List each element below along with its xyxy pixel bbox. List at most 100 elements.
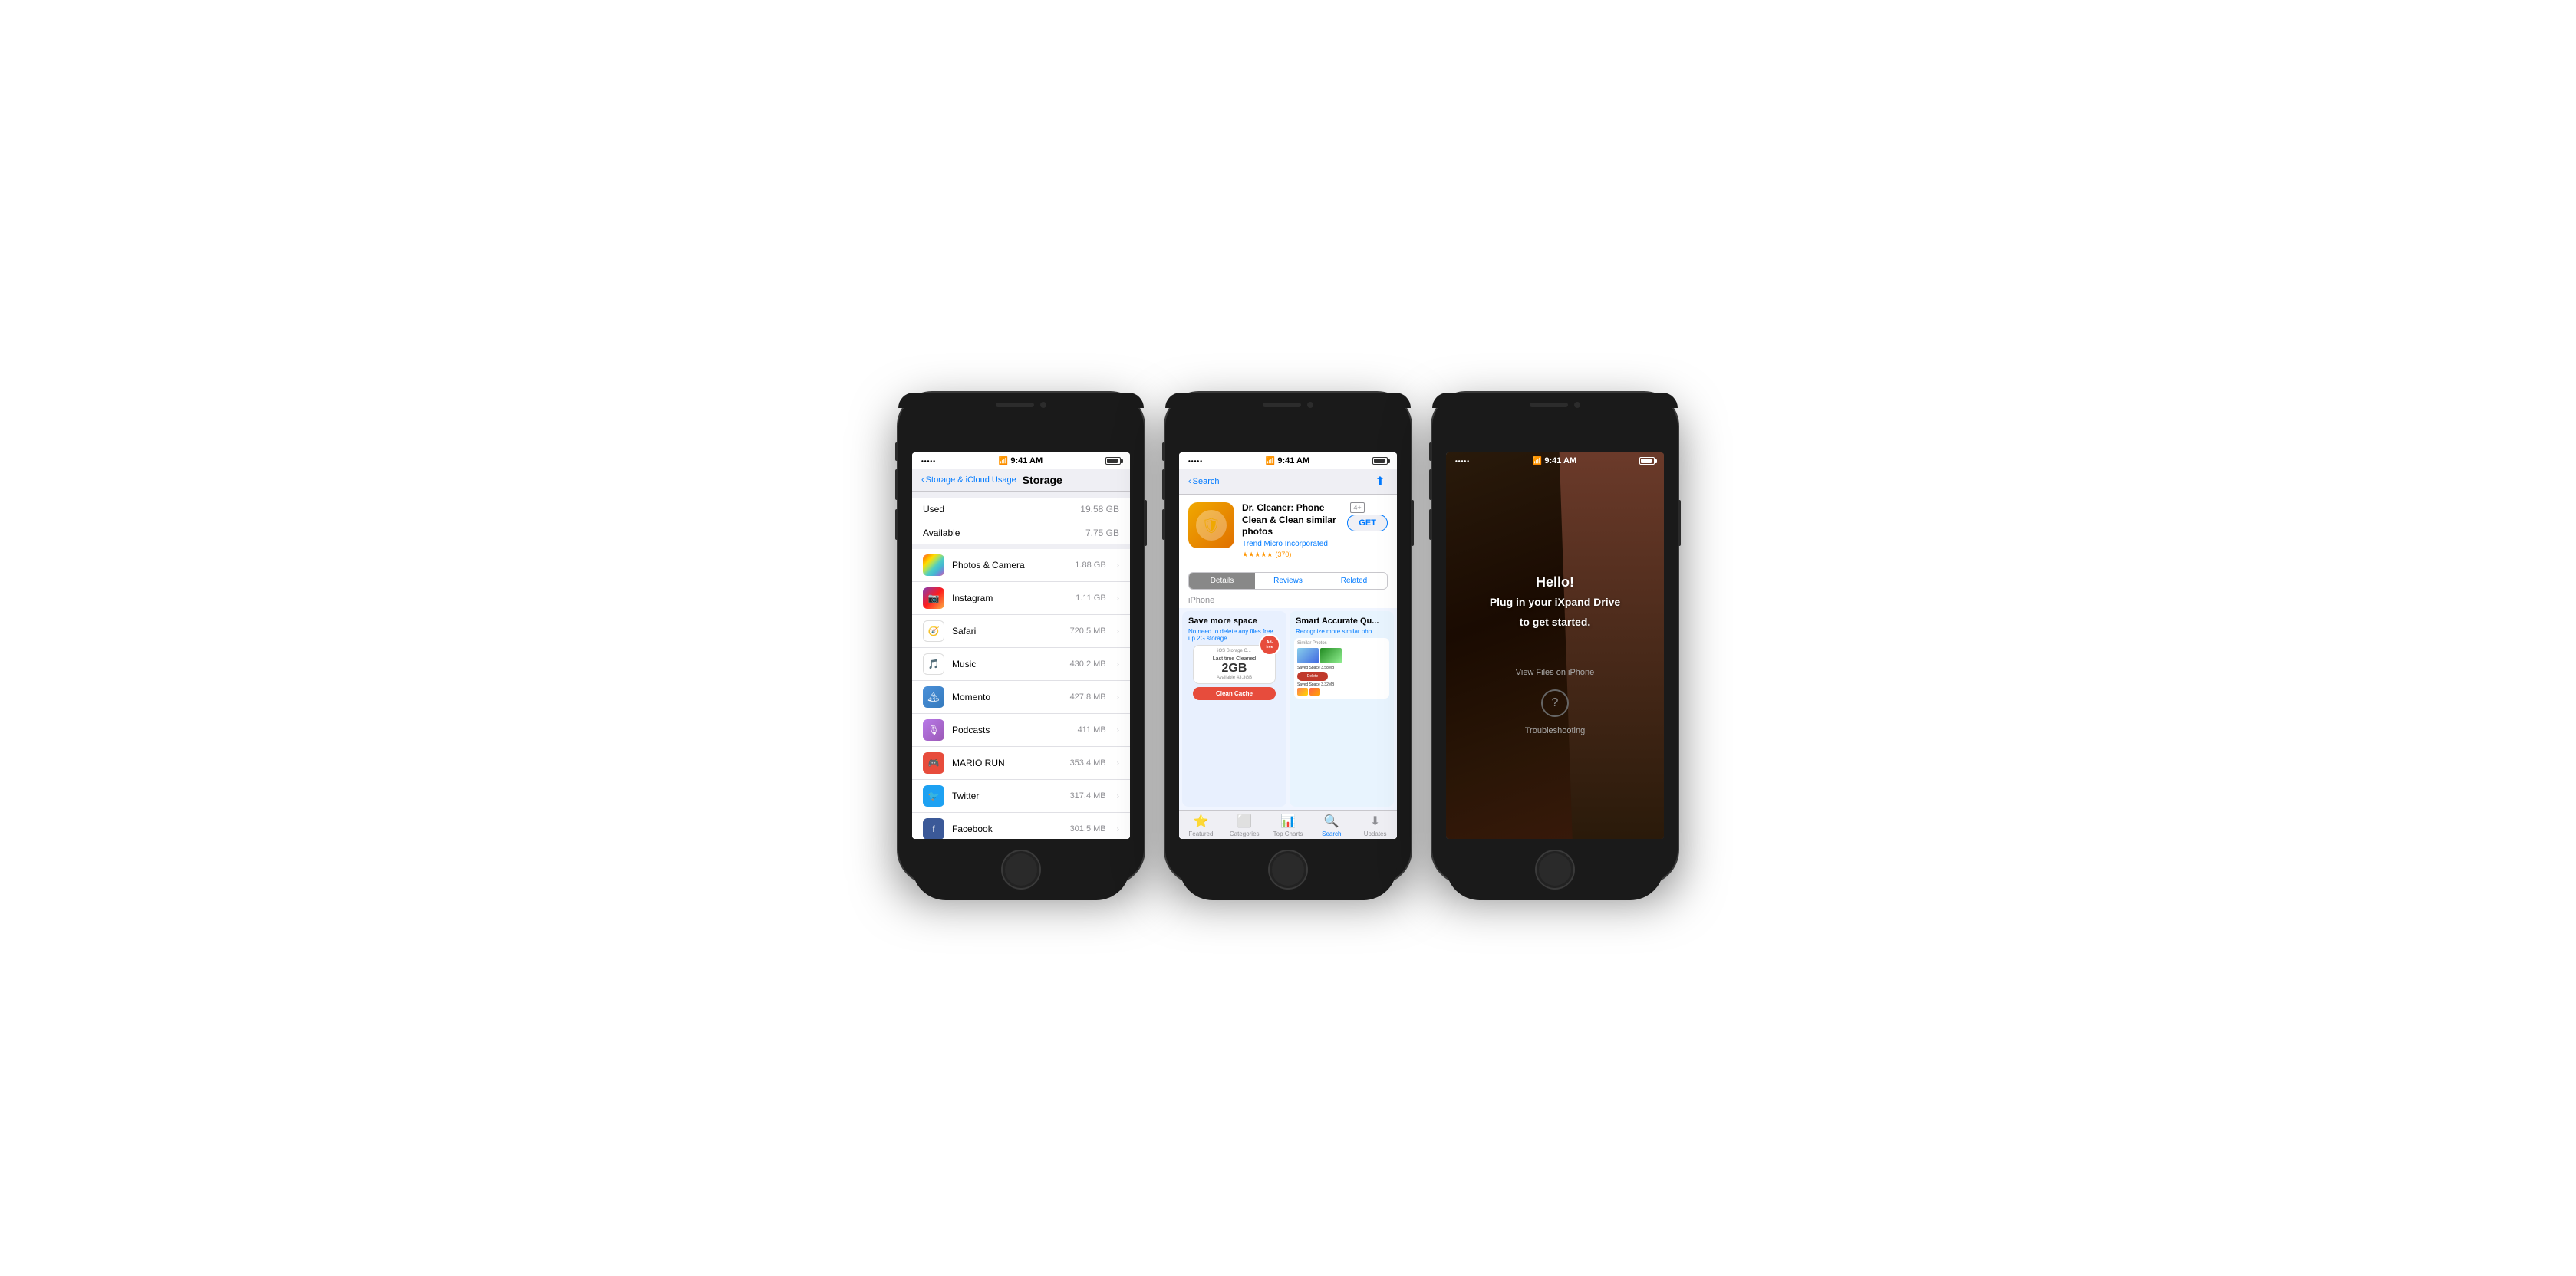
screenshot-subtitle-2: Recognize more similar pho...	[1290, 628, 1394, 635]
review-count: (370)	[1275, 551, 1291, 558]
used-row: Used 19.58 GB	[912, 498, 1130, 521]
signal-dots: •••••	[921, 458, 936, 465]
app-name: Photos & Camera	[952, 560, 1067, 571]
home-button[interactable]	[1268, 850, 1308, 890]
app-name: Podcasts	[952, 725, 1070, 735]
volume-up-button	[1162, 469, 1165, 500]
tab-featured-label: Featured	[1188, 830, 1213, 837]
top-charts-icon: 📊	[1280, 814, 1296, 829]
list-item[interactable]: 🐦 Twitter 317.4 MB ›	[912, 780, 1130, 813]
status-bar-3: ••••• 📶 9:41 AM	[1446, 452, 1664, 469]
tab-top-charts[interactable]: 📊 Top Charts	[1267, 814, 1310, 837]
battery-icon	[1372, 457, 1388, 465]
status-bar-1: ••••• 📶 9:41 AM	[912, 452, 1130, 469]
help-icon[interactable]: ?	[1541, 689, 1569, 717]
app-rating: ★★★★★ (370)	[1242, 551, 1347, 559]
phone-top-bar-2	[1165, 393, 1411, 408]
list-item[interactable]: 🎙 Podcasts 411 MB ›	[912, 714, 1130, 747]
phone-1: ••••• 📶 9:41 AM ‹ Storage & iCloud Usage…	[898, 393, 1144, 883]
home-button[interactable]	[1535, 850, 1575, 890]
mute-button	[1429, 442, 1432, 461]
related-tab[interactable]: Related	[1321, 573, 1387, 589]
list-item[interactable]: 📷 Instagram 1.11 GB ›	[912, 582, 1130, 615]
mario-icon: 🎮	[923, 752, 944, 774]
screenshot-title-2: Smart Accurate Qu...	[1290, 611, 1394, 628]
home-button[interactable]	[1001, 850, 1041, 890]
app-name: Momento	[952, 692, 1062, 702]
screenshot-area: Save more space No need to delete any fi…	[1179, 608, 1397, 810]
app-size: 317.4 MB	[1070, 791, 1106, 801]
app-detail-header: 🛡 Dr. Cleaner: Phone Clean & Clean simil…	[1179, 495, 1397, 567]
tab-updates[interactable]: ⬇ Updates	[1353, 814, 1397, 837]
list-item[interactable]: 🏔 Momento 427.8 MB ›	[912, 681, 1130, 714]
ixpand-screen: ••••• 📶 9:41 AM Hello! Plug in your iXpa…	[1446, 452, 1664, 839]
mute-button	[895, 442, 898, 461]
tab-featured[interactable]: ⭐ Featured	[1179, 814, 1223, 837]
phone-bottom-2	[1179, 839, 1397, 900]
app-size: 720.5 MB	[1070, 626, 1106, 636]
chevron-right-icon: ›	[1117, 726, 1119, 735]
tab-updates-label: Updates	[1364, 830, 1387, 837]
phone-top-bar	[898, 393, 1144, 408]
phone-2: ••••• 📶 9:41 AM ‹ Search ⬆	[1165, 393, 1411, 883]
list-item[interactable]: 🧭 Safari 720.5 MB ›	[912, 615, 1130, 648]
camera	[1040, 402, 1046, 408]
music-icon: 🎵	[923, 653, 944, 675]
screenshot-1: Save more space No need to delete any fi…	[1182, 611, 1286, 807]
phone-bottom-3	[1446, 839, 1664, 900]
wifi-icon: 📶	[999, 457, 1008, 465]
list-item[interactable]: 🎵 Music 430.2 MB ›	[912, 648, 1130, 681]
details-tab[interactable]: Details	[1189, 573, 1255, 589]
iphone-label: iPhone	[1179, 594, 1397, 608]
app-name: Facebook	[952, 824, 1062, 834]
list-item[interactable]: 🎮 MARIO RUN 353.4 MB ›	[912, 747, 1130, 780]
clean-cache-button[interactable]: Clean Cache	[1193, 687, 1276, 700]
updates-icon: ⬇	[1370, 814, 1380, 829]
view-files-link[interactable]: View Files on iPhone	[1516, 668, 1595, 677]
speaker	[1530, 403, 1568, 407]
speaker	[996, 403, 1034, 407]
volume-up-button	[895, 469, 898, 500]
stars-icon: ★★★★★	[1242, 551, 1273, 559]
troubleshooting-link[interactable]: Troubleshooting	[1525, 726, 1585, 735]
get-button[interactable]: GET	[1347, 515, 1388, 531]
share-button[interactable]: ⬆	[1372, 474, 1388, 489]
signal-dots: •••••	[1455, 458, 1470, 465]
plug-message: Plug in your iXpand Driveto get started.	[1490, 596, 1620, 627]
featured-icon: ⭐	[1193, 814, 1208, 829]
list-item[interactable]: Photos & Camera 1.88 GB ›	[912, 549, 1130, 582]
list-item[interactable]: f Facebook 301.5 MB ›	[912, 813, 1130, 839]
chevron-right-icon: ›	[1117, 660, 1119, 669]
chevron-right-icon: ›	[1117, 792, 1119, 801]
categories-icon: ⬜	[1237, 814, 1252, 829]
available-row: Available 7.75 GB	[912, 521, 1130, 544]
chevron-right-icon: ›	[1117, 627, 1119, 636]
volume-up-button	[1429, 469, 1432, 500]
back-button[interactable]: ‹ Storage & iCloud Usage	[921, 475, 1016, 485]
used-label: Used	[923, 504, 944, 515]
app-name: Twitter	[952, 791, 1062, 801]
age-badge: 4+	[1350, 502, 1364, 513]
page-title: Storage	[1023, 474, 1062, 486]
scene: ••••• 📶 9:41 AM ‹ Storage & iCloud Usage…	[868, 362, 1708, 914]
battery-icon	[1105, 457, 1121, 465]
app-size: 1.88 GB	[1075, 561, 1105, 570]
signal-dots: •••••	[1188, 458, 1203, 465]
app-developer[interactable]: Trend Micro Incorporated	[1242, 540, 1347, 548]
tab-search[interactable]: 🔍 Search	[1309, 814, 1353, 837]
screenshot-title-1: Save more space	[1182, 611, 1286, 628]
mute-button	[1162, 442, 1165, 461]
phone-3: ••••• 📶 9:41 AM Hello! Plug in your iXpa…	[1432, 393, 1678, 883]
app-size: 430.2 MB	[1070, 659, 1106, 669]
chevron-right-icon: ›	[1117, 759, 1119, 768]
tab-categories[interactable]: ⬜ Categories	[1223, 814, 1267, 837]
app-list: Photos & Camera 1.88 GB › 📷 Instagram 1.…	[912, 549, 1130, 839]
screenshot-2: Smart Accurate Qu... Recognize more simi…	[1290, 611, 1394, 807]
app-name: Music	[952, 659, 1062, 669]
search-icon: 🔍	[1324, 814, 1339, 829]
storage-nav: ‹ Storage & iCloud Usage Storage	[912, 469, 1130, 492]
camera	[1307, 402, 1313, 408]
app-name: Instagram	[952, 593, 1068, 603]
back-button[interactable]: ‹ Search	[1188, 477, 1220, 486]
reviews-tab[interactable]: Reviews	[1255, 573, 1321, 589]
